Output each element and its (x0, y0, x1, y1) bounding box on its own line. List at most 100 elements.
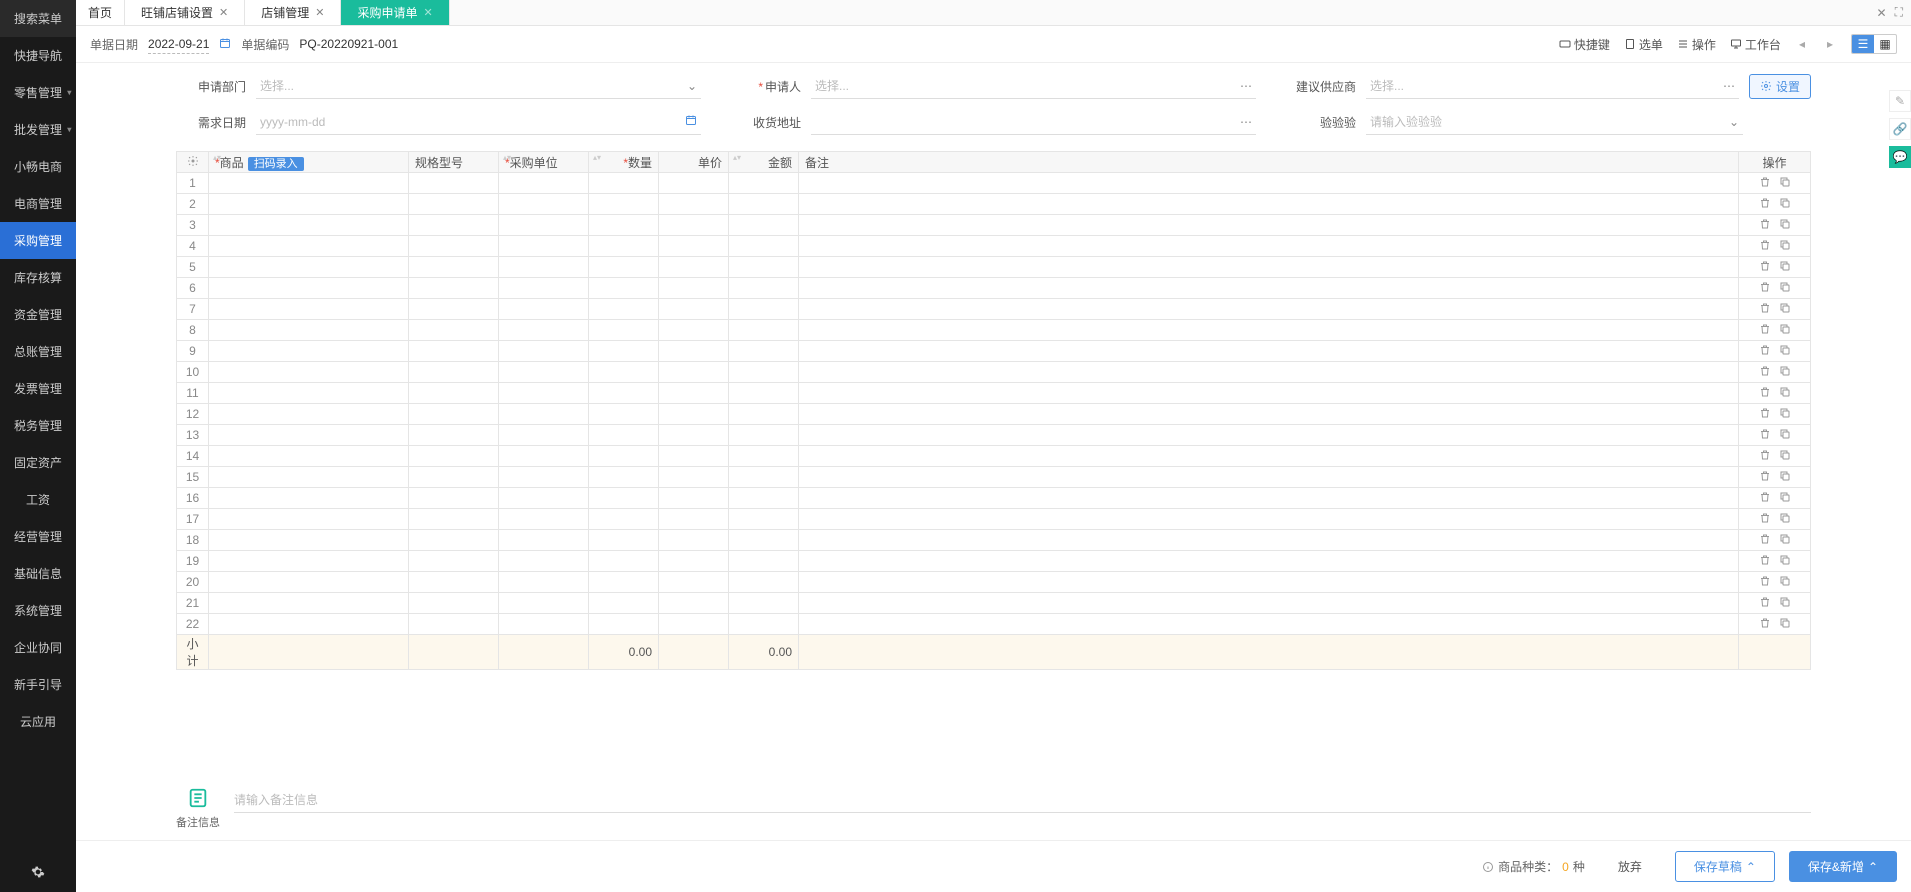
delete-row-icon[interactable] (1759, 218, 1771, 233)
copy-row-icon[interactable] (1779, 596, 1791, 611)
ship-addr-select[interactable]: ⋯ (811, 109, 1256, 135)
table-row[interactable]: 5 (177, 257, 1811, 278)
sidebar-item-3[interactable]: 批发管理 (0, 111, 76, 148)
table-row[interactable]: 7 (177, 299, 1811, 320)
col-product[interactable]: ▴▾*商品扫码录入 (209, 152, 409, 173)
sidebar-item-10[interactable]: 发票管理 (0, 370, 76, 407)
table-row[interactable]: 2 (177, 194, 1811, 215)
rail-chat-icon[interactable]: 💬 (1889, 146, 1911, 168)
col-qty[interactable]: ▴▾*数量 (589, 152, 659, 173)
fullscreen-icon[interactable]: ⛶ (1895, 5, 1903, 20)
delete-row-icon[interactable] (1759, 323, 1771, 338)
sidebar-item-1[interactable]: 快捷导航 (0, 37, 76, 74)
col-unit[interactable]: ▴▾*采购单位 (499, 152, 589, 173)
copy-row-icon[interactable] (1779, 407, 1791, 422)
shortcuts-link[interactable]: 快捷键 (1559, 36, 1610, 53)
sidebar-item-5[interactable]: 电商管理 (0, 185, 76, 222)
delete-row-icon[interactable] (1759, 596, 1771, 611)
delete-row-icon[interactable] (1759, 302, 1771, 317)
workbench-link[interactable]: 工作台 (1730, 36, 1781, 53)
delete-row-icon[interactable] (1759, 428, 1771, 443)
copy-row-icon[interactable] (1779, 323, 1791, 338)
table-row[interactable]: 21 (177, 593, 1811, 614)
copy-row-icon[interactable] (1779, 491, 1791, 506)
delete-row-icon[interactable] (1759, 239, 1771, 254)
delete-row-icon[interactable] (1759, 575, 1771, 590)
copy-row-icon[interactable] (1779, 617, 1791, 632)
delete-row-icon[interactable] (1759, 365, 1771, 380)
copy-row-icon[interactable] (1779, 575, 1791, 590)
sidebar-item-15[interactable]: 基础信息 (0, 555, 76, 592)
delete-row-icon[interactable] (1759, 197, 1771, 212)
col-spec[interactable]: 规格型号 (409, 152, 499, 173)
table-row[interactable]: 6 (177, 278, 1811, 299)
sidebar-item-6[interactable]: 采购管理 (0, 222, 76, 259)
sidebar-item-14[interactable]: 经营管理 (0, 518, 76, 555)
table-row[interactable]: 10 (177, 362, 1811, 383)
table-row[interactable]: 20 (177, 572, 1811, 593)
delete-row-icon[interactable] (1759, 470, 1771, 485)
copy-row-icon[interactable] (1779, 281, 1791, 296)
sidebar-item-19[interactable]: 云应用 (0, 703, 76, 740)
table-row[interactable]: 16 (177, 488, 1811, 509)
tab-1[interactable]: 旺铺店铺设置✕ (125, 0, 245, 25)
sidebar-item-17[interactable]: 企业协同 (0, 629, 76, 666)
tab-0[interactable]: 首页 (76, 0, 125, 25)
copy-row-icon[interactable] (1779, 470, 1791, 485)
table-row[interactable]: 8 (177, 320, 1811, 341)
select-doc-link[interactable]: 选单 (1624, 36, 1663, 53)
inspector-input[interactable]: ⌄ (1366, 109, 1743, 135)
delete-row-icon[interactable] (1759, 533, 1771, 548)
copy-row-icon[interactable] (1779, 512, 1791, 527)
calendar-icon[interactable] (219, 37, 231, 52)
tab-close-all-icon[interactable]: ✕ (1877, 6, 1887, 20)
table-row[interactable]: 11 (177, 383, 1811, 404)
sidebar-item-11[interactable]: 税务管理 (0, 407, 76, 444)
sidebar-item-13[interactable]: 工资 (0, 481, 76, 518)
delete-row-icon[interactable] (1759, 407, 1771, 422)
delete-row-icon[interactable] (1759, 281, 1771, 296)
delete-row-icon[interactable] (1759, 449, 1771, 464)
table-row[interactable]: 13 (177, 425, 1811, 446)
close-icon[interactable]: ✕ (219, 6, 228, 19)
sidebar-item-12[interactable]: 固定资产 (0, 444, 76, 481)
copy-row-icon[interactable] (1779, 197, 1791, 212)
copy-row-icon[interactable] (1779, 533, 1791, 548)
delete-row-icon[interactable] (1759, 344, 1771, 359)
delete-row-icon[interactable] (1759, 554, 1771, 569)
table-row[interactable]: 14 (177, 446, 1811, 467)
tab-2[interactable]: 店铺管理✕ (245, 0, 341, 25)
sidebar-item-8[interactable]: 资金管理 (0, 296, 76, 333)
tab-3[interactable]: 采购申请单✕ (341, 0, 449, 25)
table-row[interactable]: 19 (177, 551, 1811, 572)
discard-button[interactable]: 放弃 (1599, 851, 1661, 882)
doc-date-value[interactable]: 2022-09-21 (148, 35, 209, 54)
save-new-button[interactable]: 保存&新增 ⌃ (1789, 851, 1897, 882)
delete-row-icon[interactable] (1759, 386, 1771, 401)
table-row[interactable]: 4 (177, 236, 1811, 257)
copy-row-icon[interactable] (1779, 176, 1791, 191)
operation-link[interactable]: 操作 (1677, 36, 1716, 53)
prev-doc-arrow[interactable]: ◂ (1795, 37, 1809, 51)
table-row[interactable]: 15 (177, 467, 1811, 488)
copy-row-icon[interactable] (1779, 554, 1791, 569)
settings-button[interactable]: 设置 (1749, 74, 1811, 99)
supplier-select[interactable]: ⋯ (1366, 73, 1739, 99)
rail-edit-icon[interactable]: ✎ (1889, 90, 1911, 112)
col-price[interactable]: 单价 (659, 152, 729, 173)
delete-row-icon[interactable] (1759, 491, 1771, 506)
sidebar-item-4[interactable]: 小畅电商 (0, 148, 76, 185)
sidebar-item-9[interactable]: 总账管理 (0, 333, 76, 370)
table-row[interactable]: 12 (177, 404, 1811, 425)
copy-row-icon[interactable] (1779, 260, 1791, 275)
delete-row-icon[interactable] (1759, 512, 1771, 527)
sidebar-item-2[interactable]: 零售管理 (0, 74, 76, 111)
dept-select[interactable]: ⌄ (256, 73, 701, 99)
view-grid-icon[interactable]: ▦ (1874, 35, 1896, 53)
copy-row-icon[interactable] (1779, 428, 1791, 443)
col-remark[interactable]: 备注 (799, 152, 1739, 173)
copy-row-icon[interactable] (1779, 449, 1791, 464)
sidebar-item-0[interactable]: 搜索菜单 (0, 0, 76, 37)
close-icon[interactable]: ✕ (315, 6, 324, 19)
rail-link-icon[interactable]: 🔗 (1889, 118, 1911, 140)
